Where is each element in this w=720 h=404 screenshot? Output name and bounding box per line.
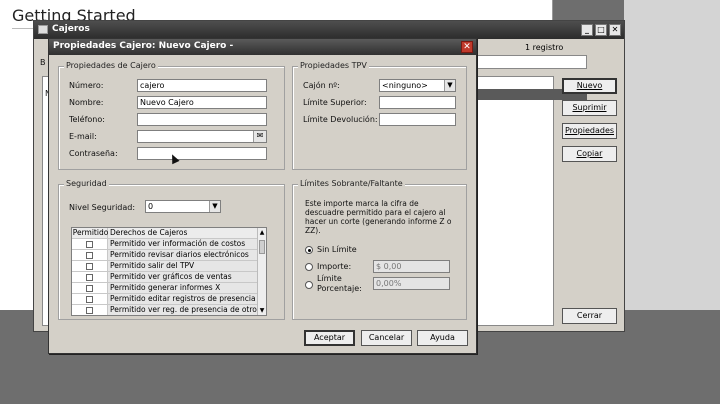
radio-unlimited[interactable] <box>305 246 313 254</box>
email-label: E-mail: <box>69 132 97 141</box>
right-label: Permitido editar registros de presencia <box>108 294 266 304</box>
phone-field[interactable] <box>137 113 267 126</box>
right-label: Permitido revisar diarios electrónicos <box>108 250 266 260</box>
number-label: Número: <box>69 81 104 90</box>
amount-field[interactable]: $ 0,00 <box>373 260 450 273</box>
scroll-down-icon[interactable]: ▼ <box>258 306 266 315</box>
radio-percent[interactable] <box>305 281 313 289</box>
email-field[interactable]: ✉ <box>137 130 267 143</box>
scroll-thumb[interactable] <box>259 240 265 254</box>
right-label: Permitido ver información de costos <box>108 239 266 249</box>
security-level-select[interactable]: 0 ▼ <box>145 200 221 213</box>
security-level-value: 0 <box>148 202 154 211</box>
table-header: Permitido Derechos de Cajeros <box>72 228 266 239</box>
number-field[interactable]: cajero <box>137 79 267 92</box>
right-label: Permitido ver gráficos de ventas <box>108 272 266 282</box>
window-icon <box>38 25 48 34</box>
drawer-value: <ninguno> <box>382 81 428 90</box>
properties-button[interactable]: Propiedades <box>562 123 617 139</box>
security-legend: Seguridad <box>64 179 109 188</box>
chevron-down-icon[interactable]: ▼ <box>444 80 455 91</box>
rights-scrollbar[interactable]: ▲ ▼ <box>257 228 266 315</box>
table-row[interactable]: Permitido editar registros de presencia <box>72 294 266 305</box>
limits-legend: Límites Sobrante/Faltante <box>298 179 405 188</box>
radio-amount-label: Importe: <box>317 262 352 271</box>
record-count: 1 registro <box>525 43 564 52</box>
right-label: Permitido generar informes X <box>108 283 266 293</box>
percent-field[interactable]: 0,00% <box>373 277 450 290</box>
scroll-up-icon[interactable]: ▲ <box>258 228 266 237</box>
allowed-checkbox[interactable] <box>86 240 93 248</box>
close-button[interactable]: Cerrar <box>562 308 617 324</box>
return-limit-field[interactable] <box>379 113 456 126</box>
tpv-properties-legend: Propiedades TPV <box>298 61 369 70</box>
mail-icon[interactable]: ✉ <box>253 131 266 142</box>
cancel-button[interactable]: Cancelar <box>361 330 412 346</box>
table-row[interactable]: Permitido ver reg. de presencia de otros <box>72 305 266 315</box>
allowed-checkbox[interactable] <box>86 284 93 292</box>
table-row[interactable]: Permitido ver información de costos <box>72 239 266 250</box>
password-field[interactable] <box>137 147 267 160</box>
phone-label: Teléfono: <box>69 115 105 124</box>
allowed-checkbox[interactable] <box>86 273 93 281</box>
search-label: B <box>40 58 46 67</box>
security-level-label: Nivel Seguridad: <box>69 203 136 212</box>
close-icon[interactable]: ✕ <box>461 41 473 53</box>
column-header-allowed[interactable]: Permitido <box>72 228 108 238</box>
copy-button[interactable]: Copiar <box>562 146 617 162</box>
cashier-properties-legend: Propiedades de Cajero <box>64 61 158 70</box>
upper-limit-label: Límite Superior: <box>303 98 367 107</box>
allowed-checkbox[interactable] <box>86 251 93 259</box>
accept-button[interactable]: Aceptar <box>304 330 355 346</box>
new-button[interactable]: Nuevo <box>562 78 617 94</box>
drawer-select[interactable]: <ninguno> ▼ <box>379 79 456 92</box>
cajeros-titlebar[interactable]: Cajeros _ □ ✕ <box>34 21 624 39</box>
tpv-properties-group: Propiedades TPV Cajón nº: <ninguno> ▼ Lí… <box>292 61 467 170</box>
right-label: Permitido ver reg. de presencia de otros <box>108 305 266 315</box>
return-limit-label: Límite Devolución: <box>303 115 378 124</box>
allowed-checkbox[interactable] <box>86 295 93 303</box>
cashier-properties-dialog: Propiedades Cajero: Nuevo Cajero - ✕ Pro… <box>48 38 477 354</box>
close-window-button[interactable]: ✕ <box>609 24 621 36</box>
cajeros-title: Cajeros <box>52 24 90 34</box>
security-group: Seguridad Nivel Seguridad: 0 ▼ Permitido… <box>58 179 285 320</box>
maximize-button[interactable]: □ <box>595 24 607 36</box>
table-row[interactable]: Permitido salir del TPV <box>72 261 266 272</box>
allowed-checkbox[interactable] <box>86 262 93 270</box>
upper-limit-field[interactable] <box>379 96 456 109</box>
search-input[interactable] <box>474 55 587 69</box>
table-row[interactable]: Permitido ver gráficos de ventas <box>72 272 266 283</box>
limits-group: Límites Sobrante/Faltante Este importe m… <box>292 179 467 320</box>
name-label: Nombre: <box>69 98 104 107</box>
table-row[interactable]: Permitido revisar diarios electrónicos <box>72 250 266 261</box>
rights-table[interactable]: Permitido Derechos de Cajeros Permitido … <box>71 227 267 316</box>
chevron-down-icon[interactable]: ▼ <box>209 201 220 212</box>
drawer-label: Cajón nº: <box>303 81 340 90</box>
allowed-checkbox[interactable] <box>86 306 93 314</box>
radio-amount[interactable] <box>305 263 313 271</box>
name-field[interactable]: Nuevo Cajero <box>137 96 267 109</box>
password-label: Contraseña: <box>69 149 118 158</box>
column-header-rights[interactable]: Derechos de Cajeros <box>108 228 266 238</box>
delete-button[interactable]: Suprimir <box>562 100 617 116</box>
help-button[interactable]: Ayuda <box>417 330 468 346</box>
limits-description: Este importe marca la cifra de descuadre… <box>305 199 452 235</box>
right-label: Permitido salir del TPV <box>108 261 266 271</box>
minimize-button[interactable]: _ <box>581 24 593 36</box>
table-row[interactable]: Permitido generar informes X <box>72 283 266 294</box>
radio-percent-label-line2: Porcentaje: <box>317 284 362 293</box>
radio-percent-label-line1: Límite <box>317 274 342 283</box>
dialog-title: Propiedades Cajero: Nuevo Cajero - <box>53 41 234 51</box>
dialog-titlebar[interactable]: Propiedades Cajero: Nuevo Cajero - ✕ <box>49 39 476 55</box>
radio-unlimited-label: Sin Límite <box>317 245 357 254</box>
background-panel <box>624 0 720 310</box>
